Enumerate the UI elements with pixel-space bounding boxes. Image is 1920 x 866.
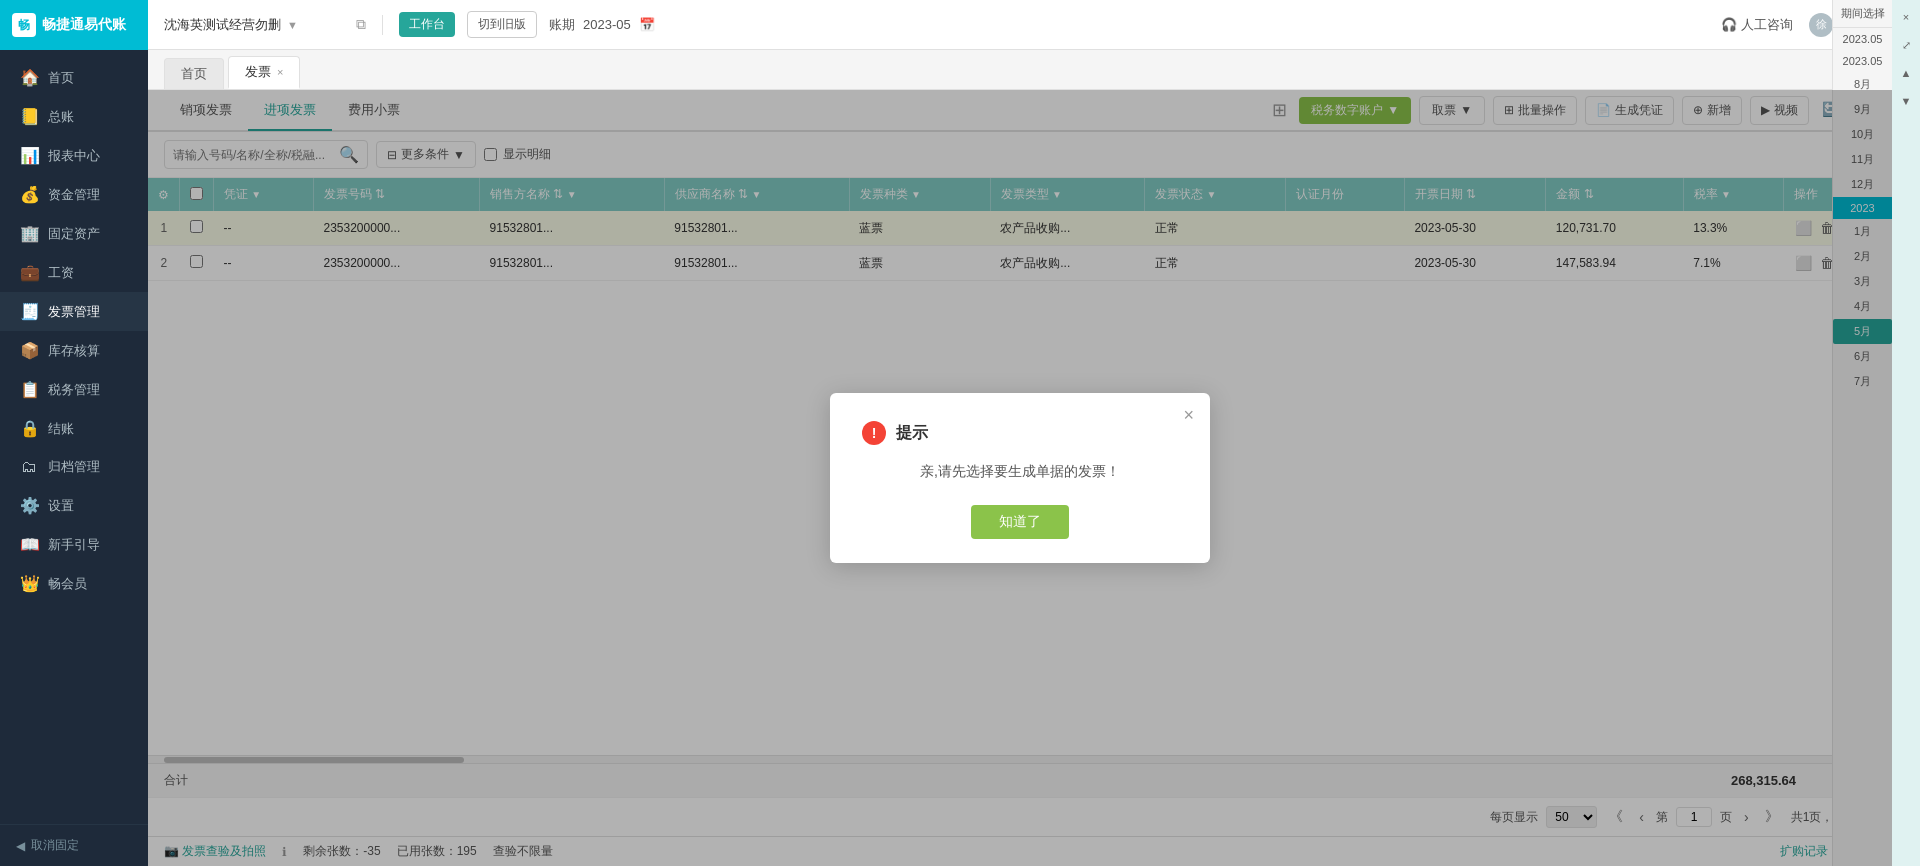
- sidebar-item-label: 报表中心: [48, 147, 100, 165]
- capital-icon: 💰: [20, 185, 38, 204]
- sidebar-item-label: 固定资产: [48, 225, 100, 243]
- sidebar-item-inventory[interactable]: 📦 库存核算: [0, 331, 148, 370]
- sidebar-item-closing[interactable]: 🔒 结账: [0, 409, 148, 448]
- avatar: 徐: [1809, 13, 1833, 37]
- right-panel: × ⤢ ▲ ▼: [1892, 0, 1920, 866]
- sidebar-item-salary[interactable]: 💼 工资: [0, 253, 148, 292]
- assets-icon: 🏢: [20, 224, 38, 243]
- closing-icon: 🔒: [20, 419, 38, 438]
- sidebar-item-invoice[interactable]: 🧾 发票管理: [0, 292, 148, 331]
- member-icon: 👑: [20, 574, 38, 593]
- unpin-icon: ◀: [16, 839, 25, 853]
- period-item-1[interactable]: 2023.05: [1833, 50, 1892, 72]
- modal-title-text: 提示: [896, 423, 928, 444]
- tax-icon: 📋: [20, 380, 38, 399]
- warning-icon: !: [862, 421, 886, 445]
- support-label: 人工咨询: [1741, 16, 1793, 34]
- tab-home[interactable]: 首页: [164, 58, 224, 89]
- sidebar-item-label: 首页: [48, 69, 74, 87]
- sidebar-item-label: 资金管理: [48, 186, 100, 204]
- modal-footer: 知道了: [862, 505, 1178, 539]
- switch-version-button[interactable]: 切到旧版: [467, 11, 537, 38]
- chevron-down-icon: ▼: [287, 19, 298, 31]
- period-select-title: 期间选择: [1833, 0, 1892, 28]
- sidebar-item-tax[interactable]: 📋 税务管理: [0, 370, 148, 409]
- headset-icon: 🎧: [1721, 17, 1737, 32]
- app-logo: 畅 畅捷通易代账: [0, 0, 148, 50]
- modal-overlay[interactable]: × ! 提示 亲,请先选择要生成单据的发票！ 知道了: [148, 90, 1892, 866]
- company-name: 沈海英测试经营勿删: [164, 16, 281, 34]
- tab-invoice-label: 发票: [245, 63, 271, 81]
- sidebar-item-capital[interactable]: 💰 资金管理: [0, 175, 148, 214]
- tab-invoice[interactable]: 发票 ×: [228, 56, 300, 89]
- reports-icon: 📊: [20, 146, 38, 165]
- period-value: 2023-05: [583, 17, 631, 32]
- tab-close-invoice[interactable]: ×: [277, 66, 283, 78]
- main-area: 沈海英测试经营勿删 ▼ ⧉ 工作台 切到旧版 账期 2023-05 📅 🎧 人工…: [148, 0, 1892, 866]
- sidebar-item-label: 总账: [48, 108, 74, 126]
- panel-down-button[interactable]: ▼: [1893, 88, 1919, 114]
- workspace-button[interactable]: 工作台: [399, 12, 455, 37]
- sidebar-item-label: 工资: [48, 264, 74, 282]
- company-selector[interactable]: 沈海英测试经营勿删 ▼: [164, 16, 344, 34]
- salary-icon: 💼: [20, 263, 38, 282]
- sidebar: 畅 畅捷通易代账 🏠 首页 📒 总账 📊 报表中心 💰 资金管理 🏢 固定资产 💼 工资 🧾…: [0, 0, 148, 866]
- unpin-label: 取消固定: [31, 837, 79, 854]
- archive-icon: 🗂: [20, 458, 38, 476]
- modal-confirm-button[interactable]: 知道了: [971, 505, 1069, 539]
- tab-bar: 首页 发票 ×: [148, 50, 1892, 90]
- modal-dialog: × ! 提示 亲,请先选择要生成单据的发票！ 知道了: [830, 393, 1210, 563]
- right-panel-controls: × ⤢ ▲ ▼: [1892, 0, 1920, 114]
- calendar-icon[interactable]: 📅: [639, 17, 655, 32]
- modal-close-button[interactable]: ×: [1183, 405, 1194, 426]
- sidebar-item-label: 新手引导: [48, 536, 100, 554]
- sidebar-item-archive[interactable]: 🗂 归档管理: [0, 448, 148, 486]
- modal-body-text: 亲,请先选择要生成单据的发票！: [862, 463, 1178, 481]
- sidebar-item-home[interactable]: 🏠 首页: [0, 58, 148, 97]
- sidebar-item-label: 畅会员: [48, 575, 87, 593]
- period-text-label: 账期: [549, 16, 575, 34]
- sidebar-item-label: 发票管理: [48, 303, 100, 321]
- panel-up-button[interactable]: ▲: [1893, 60, 1919, 86]
- panel-close-button[interactable]: ×: [1893, 4, 1919, 30]
- sidebar-item-label: 结账: [48, 420, 74, 438]
- period-display: 账期 2023-05 📅: [549, 16, 655, 34]
- invoice-icon: 🧾: [20, 302, 38, 321]
- sidebar-item-label: 库存核算: [48, 342, 100, 360]
- ledger-icon: 📒: [20, 107, 38, 126]
- header-separator: [382, 15, 383, 35]
- header: 沈海英测试经营勿删 ▼ ⧉ 工作台 切到旧版 账期 2023-05 📅 🎧 人工…: [148, 0, 1892, 50]
- support-button[interactable]: 🎧 人工咨询: [1721, 16, 1793, 34]
- tab-home-label: 首页: [181, 65, 207, 83]
- modal-title-area: ! 提示: [862, 421, 1178, 445]
- copy-icon[interactable]: ⧉: [356, 16, 366, 33]
- sidebar-nav: 🏠 首页 📒 总账 📊 报表中心 💰 资金管理 🏢 固定资产 💼 工资 🧾 发票管理 📦 库存核…: [0, 50, 148, 824]
- period-item-0[interactable]: 2023.05: [1833, 28, 1892, 50]
- sidebar-item-label: 税务管理: [48, 381, 100, 399]
- sidebar-item-label: 设置: [48, 497, 74, 515]
- app-title: 畅捷通易代账: [42, 16, 126, 34]
- sidebar-item-label: 归档管理: [48, 458, 100, 476]
- inventory-icon: 📦: [20, 341, 38, 360]
- sidebar-footer-unpin[interactable]: ◀ 取消固定: [0, 824, 148, 866]
- settings-icon: ⚙️: [20, 496, 38, 515]
- sidebar-item-settings[interactable]: ⚙️ 设置: [0, 486, 148, 525]
- panel-expand-button[interactable]: ⤢: [1893, 32, 1919, 58]
- sidebar-item-assets[interactable]: 🏢 固定资产: [0, 214, 148, 253]
- guide-icon: 📖: [20, 535, 38, 554]
- sidebar-item-member[interactable]: 👑 畅会员: [0, 564, 148, 603]
- sidebar-item-ledger[interactable]: 📒 总账: [0, 97, 148, 136]
- home-icon: 🏠: [20, 68, 38, 87]
- sidebar-item-reports[interactable]: 📊 报表中心: [0, 136, 148, 175]
- logo-icon: 畅: [12, 13, 36, 37]
- content-area: 销项发票 进项发票 费用小票 ⊞ 税务数字账户 ▼ 取票 ▼: [148, 90, 1892, 866]
- sidebar-item-guide[interactable]: 📖 新手引导: [0, 525, 148, 564]
